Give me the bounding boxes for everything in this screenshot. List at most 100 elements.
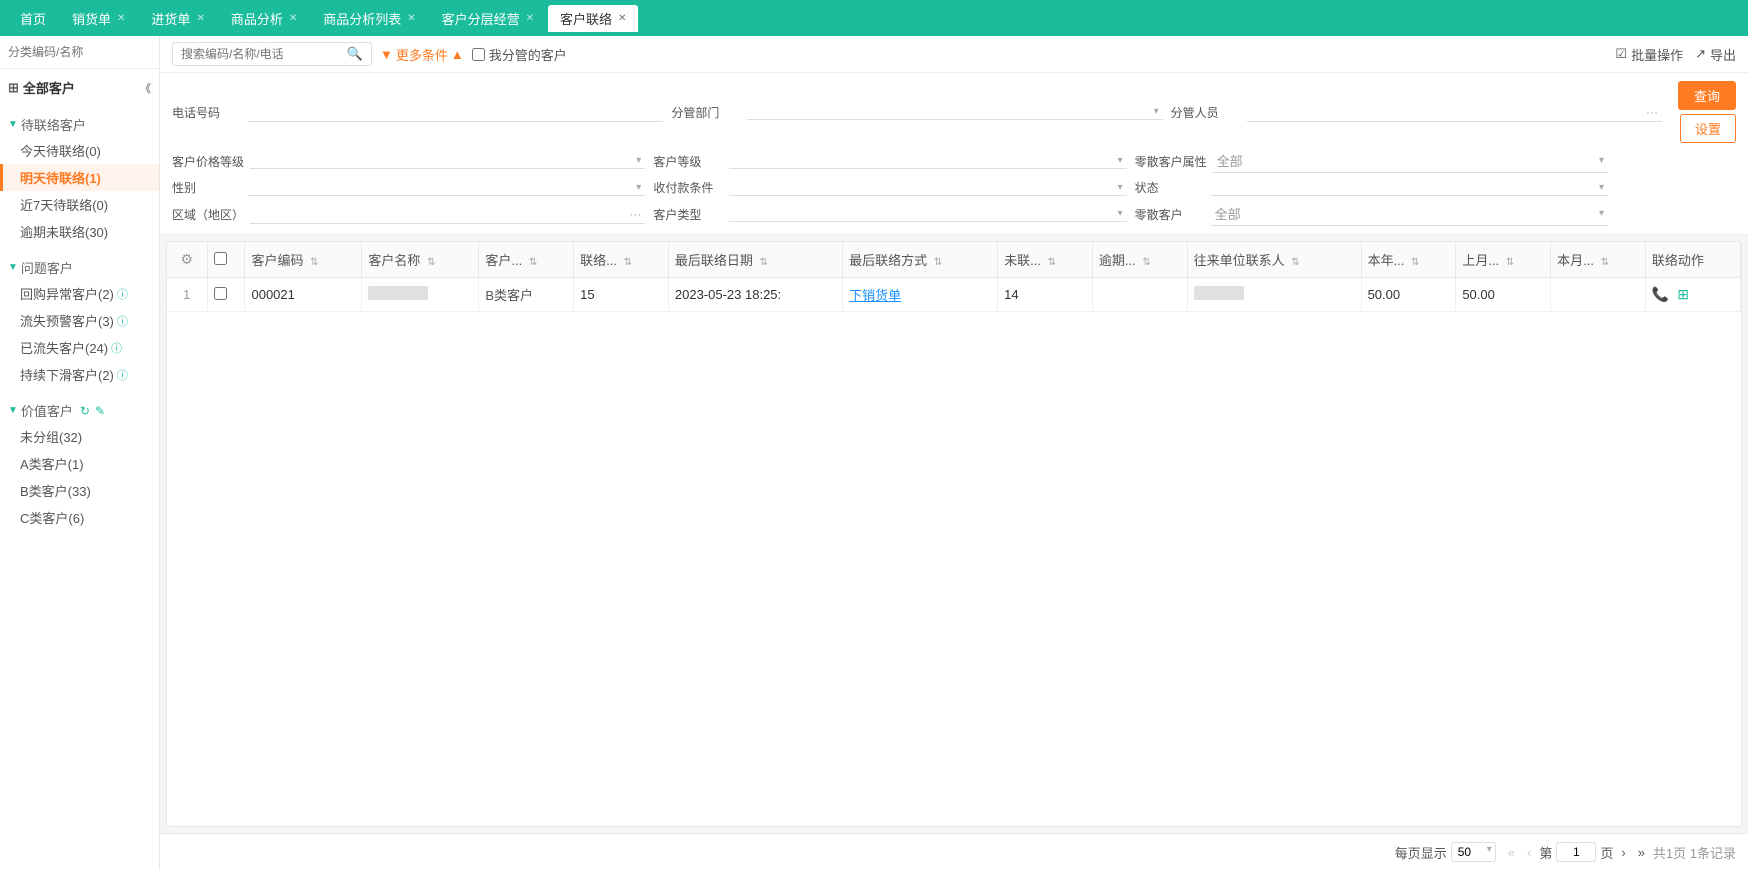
batch-action-btn[interactable]: ☑ 批量操作 [1615, 45, 1683, 64]
my-customers-checkbox[interactable]: 我分管的客户 [472, 45, 567, 64]
phone-action-icon[interactable]: 📞 [1652, 286, 1669, 303]
per-page-select[interactable]: 50 100 200 [1451, 842, 1496, 862]
data-table-container: ⚙ 客户编码 ⇅ 客户名称 ⇅ [166, 241, 1742, 827]
nav-purchase-order-close[interactable]: ✕ [196, 13, 204, 24]
page-number-input[interactable] [1556, 842, 1596, 862]
my-customers-check[interactable] [472, 48, 485, 61]
sidebar-item-today[interactable]: 今天待联络(0) [0, 137, 159, 164]
td-code: 000021 [245, 278, 362, 312]
th-contact-count: 联络... ⇅ [574, 242, 669, 278]
info-icon-1[interactable]: ⓘ [117, 313, 128, 329]
nav-sales-order[interactable]: 销货单 ✕ [60, 5, 137, 32]
customer-value-select[interactable]: ▾ [250, 153, 645, 169]
info-icon-0[interactable]: ⓘ [117, 286, 128, 302]
filter-customer-value: 客户价格等级 ▾ [172, 153, 645, 170]
sort-type-icon[interactable]: ⇅ [529, 257, 537, 268]
nav-customer-tier-close[interactable]: ✕ [526, 13, 534, 24]
retail-attr-select[interactable]: 全部 ▾ [1213, 149, 1608, 173]
customer-level-select[interactable]: ▾ [729, 153, 1126, 169]
payment-select[interactable]: ▾ [729, 180, 1126, 196]
sort-name-icon[interactable]: ⇅ [427, 257, 435, 268]
sort-od-icon[interactable]: ⇅ [1142, 257, 1150, 268]
sidebar-item-overdue[interactable]: 逾期未联络(30) [0, 218, 159, 245]
retail-customer-select[interactable]: 全部 ▾ [1211, 202, 1608, 226]
sort-un-icon[interactable]: ⇅ [1048, 257, 1056, 268]
sort-date-icon[interactable]: ⇅ [760, 257, 768, 268]
th-name: 客户名称 ⇅ [362, 242, 479, 278]
sidebar-item-lost[interactable]: 已流失客户(24) ⓘ [0, 334, 159, 361]
value-group-header[interactable]: ▼ 价值客户 ↻ ✎ [0, 396, 159, 423]
sidebar-item-ungrouped[interactable]: 未分组(32) [0, 423, 159, 450]
nav-customer-contact[interactable]: 客户联络 ✕ [548, 5, 638, 32]
next-page-btn[interactable]: › [1617, 843, 1629, 862]
th-last-month: 上月... ⇅ [1456, 242, 1551, 278]
select-all-checkbox[interactable] [214, 252, 227, 265]
dots-person: ··· [1646, 105, 1658, 119]
first-page-btn[interactable]: « [1504, 843, 1519, 862]
sort-tm-icon[interactable]: ⇅ [1601, 257, 1609, 268]
sidebar-search-input[interactable] [8, 45, 160, 59]
nav-purchase-order[interactable]: 进货单 ✕ [139, 5, 216, 32]
person-select[interactable]: ··· [1247, 103, 1662, 122]
sidebar-item-tomorrow[interactable]: 明天待联络(1) [0, 164, 159, 191]
region-select[interactable]: ··· [250, 205, 645, 224]
td-last-date: 2023-05-23 18:25: [668, 278, 842, 312]
th-settings: ⚙ [167, 242, 207, 278]
nav-home[interactable]: 首页 [8, 5, 58, 32]
info-icon-2[interactable]: ⓘ [111, 340, 122, 356]
gender-select[interactable]: ▾ [248, 180, 645, 196]
pending-group-header[interactable]: ▼ 待联络客户 [0, 110, 159, 137]
all-customers-header[interactable]: ⊞ 全部客户 《 [0, 73, 159, 102]
nav-product-analysis-list-close[interactable]: ✕ [407, 13, 415, 24]
sidebar-problem-group: ▼ 问题客户 回购异常客户(2) ⓘ 流失预警客户(3) ⓘ 已流失客户(24)… [0, 249, 159, 392]
nav-product-analysis[interactable]: 商品分析 ✕ [219, 5, 309, 32]
nav-product-analysis-list[interactable]: 商品分析列表 ✕ [311, 5, 427, 32]
more-action-icon[interactable]: ⊞ [1677, 286, 1689, 303]
settings-icon[interactable]: ⚙ [180, 251, 193, 267]
prev-page-btn[interactable]: ‹ [1523, 843, 1535, 862]
search-icon[interactable]: 🔍 [347, 46, 363, 62]
nav-sales-order-close[interactable]: ✕ [117, 13, 125, 24]
phone-input[interactable] [248, 103, 663, 122]
last-page-btn[interactable]: » [1634, 843, 1649, 862]
sort-method-icon[interactable]: ⇅ [934, 257, 942, 268]
sort-code-icon[interactable]: ⇅ [310, 257, 318, 268]
search-box: 🔍 [172, 42, 372, 66]
chevron-down-rc: ▾ [1599, 208, 1604, 219]
problem-group-header[interactable]: ▼ 问题客户 [0, 253, 159, 280]
sidebar-item-lost-warning[interactable]: 流失预警客户(3) ⓘ [0, 307, 159, 334]
more-filters-btn[interactable]: ▼ 更多条件 ▲ [380, 45, 464, 64]
settings-button[interactable]: 设置 [1680, 114, 1736, 143]
search-input[interactable] [181, 47, 347, 61]
filter-icon: ▼ [380, 47, 393, 62]
page-nav: « ‹ 第 页 › » 共1页 1条记录 [1504, 842, 1736, 862]
content-area: 🔍 ▼ 更多条件 ▲ 我分管的客户 ☑ 批量操作 ↗ 导出 [160, 36, 1748, 870]
customer-type-select[interactable]: ▾ [729, 206, 1126, 222]
edit-icon[interactable]: ✎ [95, 404, 105, 418]
last-method-link[interactable]: 下销货单 [849, 288, 901, 303]
sort-contact-icon[interactable]: ⇅ [624, 257, 632, 268]
sort-ty-icon[interactable]: ⇅ [1411, 257, 1419, 268]
sort-lm-icon[interactable]: ⇅ [1506, 257, 1514, 268]
status-select[interactable]: ▾ [1211, 180, 1608, 196]
sidebar-item-a[interactable]: A类客户(1) [0, 450, 159, 477]
export-btn[interactable]: ↗ 导出 [1695, 45, 1736, 64]
nav-customer-contact-close[interactable]: ✕ [618, 13, 626, 24]
td-check [207, 278, 245, 312]
dept-select[interactable]: ▾ [747, 104, 1162, 120]
nav-customer-tier[interactable]: 客户分层经营 ✕ [430, 5, 546, 32]
info-icon-3[interactable]: ⓘ [117, 367, 128, 383]
sidebar-item-declining[interactable]: 持续下滑客户(2) ⓘ [0, 361, 159, 388]
sidebar-item-abnormal[interactable]: 回购异常客户(2) ⓘ [0, 280, 159, 307]
th-action: 联络动作 [1645, 242, 1740, 278]
sidebar-item-b[interactable]: B类客户(33) [0, 477, 159, 504]
sort-uc-icon[interactable]: ⇅ [1291, 257, 1299, 268]
row-checkbox[interactable] [214, 287, 227, 300]
sidebar-item-c[interactable]: C类客户(6) [0, 504, 159, 531]
sidebar-item-7days[interactable]: 近7天待联络(0) [0, 191, 159, 218]
refresh-icon[interactable]: ↻ [80, 404, 90, 418]
nav-product-analysis-close[interactable]: ✕ [289, 13, 297, 24]
main-layout: 🔍 ⊞ 全部客户 《 ▼ 待联络客户 今天待联络(0) 明天待联络(1) 近7天… [0, 36, 1748, 870]
query-button[interactable]: 查询 [1678, 81, 1736, 110]
table-row: 1 000021 B类客户 15 2023-05-23 18:25: 下销货单 [167, 278, 1741, 312]
